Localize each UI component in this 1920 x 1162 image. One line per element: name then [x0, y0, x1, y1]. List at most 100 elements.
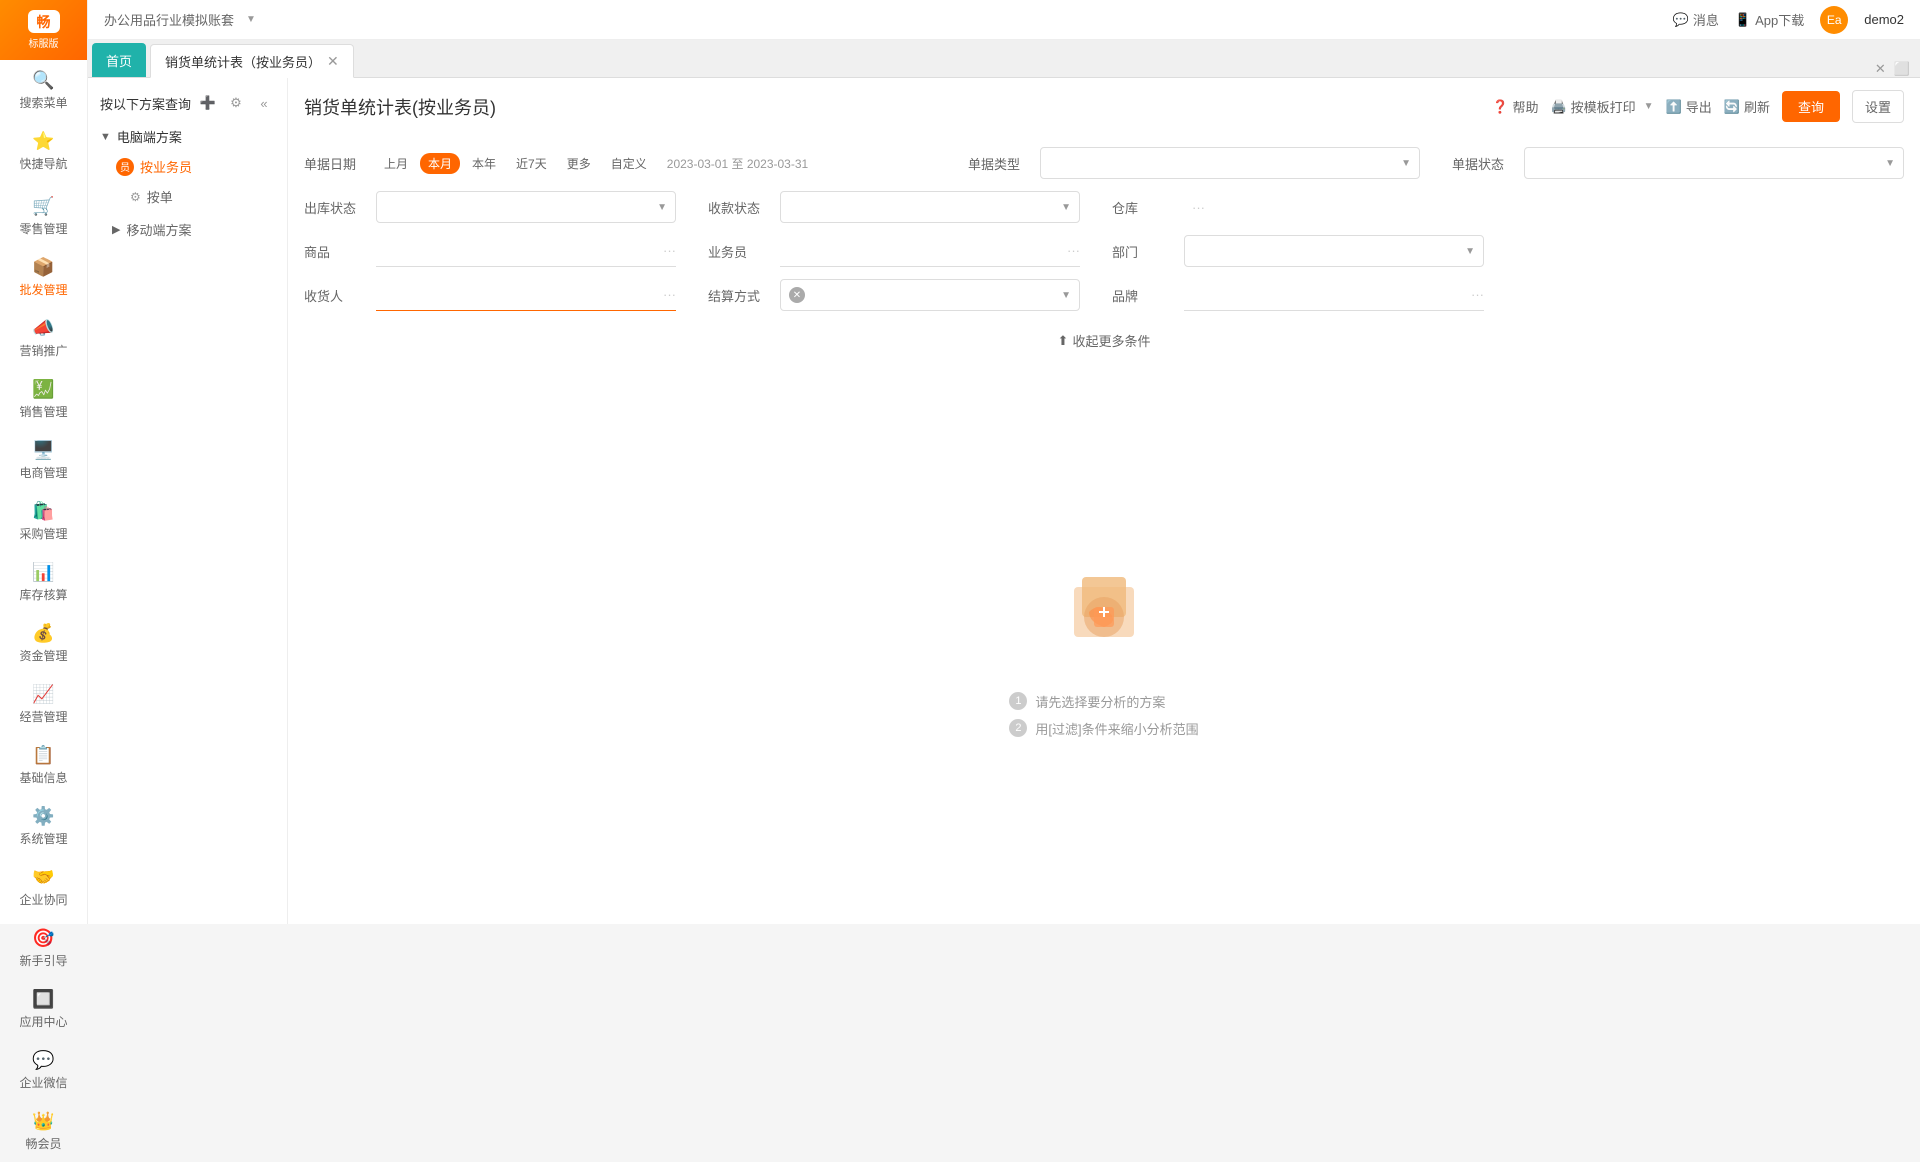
date-range-text: 2023-03-01 至 2023-03-31 — [667, 155, 808, 172]
tab-report[interactable]: 销货单统计表（按业务员） ✕ — [150, 44, 354, 78]
query-button[interactable]: 查询 — [1782, 91, 1840, 122]
date-btn-this-year[interactable]: 本年 — [464, 152, 504, 175]
print-button[interactable]: 🖨️ 按模板打印 ▼ — [1550, 97, 1653, 116]
close-window-icon[interactable]: ✕ — [1875, 61, 1886, 77]
warehouse-dots[interactable]: ··· — [1192, 200, 1205, 215]
date-btn-this-month[interactable]: 本月 — [420, 153, 460, 174]
export-icon: ⬆️ — [1666, 99, 1682, 115]
wholesale-icon: 📦 — [32, 257, 54, 278]
sidebar-item-quick[interactable]: ⭐ 快捷导航 — [0, 121, 87, 182]
sidebar-item-newuser[interactable]: 🎯 新手引导 — [0, 918, 87, 979]
sidebar-item-vip[interactable]: 👑 畅会员 — [0, 1101, 87, 1162]
dept-label: 部门 — [1112, 242, 1172, 261]
collapse-panel-button[interactable]: « — [253, 92, 275, 114]
doc-status-select[interactable]: ▼ — [1524, 147, 1904, 179]
collection-status-select[interactable]: ▼ — [780, 191, 1080, 223]
sidebar-item-retail[interactable]: 🛒 零售管理 — [0, 186, 87, 247]
settings-button[interactable]: 设置 — [1852, 90, 1904, 123]
salesman-cell: ··· — [780, 235, 1080, 267]
industry-dropdown-arrow[interactable]: ▼ — [246, 14, 256, 25]
apps-icon: 🔲 — [32, 989, 54, 1010]
maximize-icon[interactable]: ⬜ — [1894, 61, 1910, 77]
topbar-left: 办公用品行业模拟账套 ▼ — [104, 10, 256, 29]
page-actions: ❓ 帮助 🖨️ 按模板打印 ▼ ⬆️ 导出 � — [1492, 90, 1904, 123]
brand-label: 品牌 — [1112, 286, 1172, 305]
hint-num-2: 2 — [1009, 719, 1027, 737]
app-download-button[interactable]: 📱 App下载 — [1735, 10, 1804, 29]
topbar-right: 💬 消息 📱 App下载 Ea demo2 — [1673, 6, 1904, 34]
collapse-label: 收起更多条件 — [1072, 331, 1150, 350]
sidebar-item-system[interactable]: ⚙️ 系统管理 — [0, 796, 87, 857]
wechat-icon: 💬 — [32, 1050, 54, 1071]
salesman-dots[interactable]: ··· — [1067, 243, 1080, 258]
ecommerce-icon: 🖥️ — [32, 440, 54, 461]
tab-home[interactable]: 首页 — [92, 43, 146, 77]
report-tab-label: 销货单统计表（按业务员） — [165, 52, 321, 71]
sidebar-item-finance[interactable]: 💰 资金管理 — [0, 613, 87, 674]
sidebar-item-wechat[interactable]: 💬 企业微信 — [0, 1040, 87, 1101]
sidebar-item-ecommerce[interactable]: 🖥️ 电商管理 — [0, 430, 87, 491]
filter-row-3: 商品 ··· 业务员 ··· 部门 ▼ — [304, 235, 1904, 267]
help-button[interactable]: ❓ 帮助 — [1492, 97, 1538, 116]
basic-icon: 📋 — [32, 745, 54, 766]
sidebar-item-marketing[interactable]: 📣 营销推广 — [0, 308, 87, 369]
sidebar-item-sales[interactable]: 💹 销售管理 — [0, 369, 87, 430]
settlement-label: 结算方式 — [708, 286, 768, 305]
filter-area: 单据日期 上月 本月 本年 近7天 更多 自定义 2023-03-01 至 20… — [288, 135, 1920, 370]
print-icon: 🖨️ — [1550, 99, 1566, 115]
date-btn-last-month[interactable]: 上月 — [376, 152, 416, 175]
out-status-select[interactable]: ▼ — [376, 191, 676, 223]
message-button[interactable]: 💬 消息 — [1673, 10, 1719, 29]
collapse-button[interactable]: ⬆ 收起更多条件 — [1046, 327, 1163, 354]
brand-dots[interactable]: ··· — [1471, 287, 1484, 302]
export-button[interactable]: ⬆️ 导出 — [1666, 97, 1712, 116]
out-status-arrow: ▼ — [657, 202, 667, 213]
schema-item-salesman[interactable]: 员 按业务员 — [88, 151, 287, 182]
sidebar-item-basic[interactable]: 📋 基础信息 — [0, 735, 87, 796]
print-dropdown-arrow: ▼ — [1644, 101, 1654, 112]
receiver-cell: ··· — [376, 279, 676, 311]
settlement-clear[interactable]: ✕ — [789, 287, 805, 303]
tab-expand-area: ✕ ⬜ — [1865, 61, 1920, 77]
schema-group-desktop-label: 电脑端方案 — [117, 127, 182, 146]
schema-group-mobile-label: 移动端方案 — [126, 220, 191, 239]
sidebar-item-inventory[interactable]: 📊 库存核算 — [0, 552, 87, 613]
tab-close-icon[interactable]: ✕ — [327, 54, 339, 68]
dept-select[interactable]: ▼ — [1184, 235, 1484, 267]
collection-status-label: 收款状态 — [708, 198, 768, 217]
sidebar-item-enterprise[interactable]: 🤝 企业协同 — [0, 857, 87, 918]
date-btn-7days[interactable]: 近7天 — [508, 152, 555, 175]
schema-group-mobile-header[interactable]: ▶ 移动端方案 — [88, 215, 287, 244]
add-schema-button[interactable]: ➕ — [197, 92, 219, 114]
industry-label: 办公用品行业模拟账套 — [104, 10, 234, 29]
schema-group-desktop-header[interactable]: ▼ 电脑端方案 — [88, 122, 287, 151]
sidebar-logo[interactable]: 畅 标服版 — [0, 0, 87, 60]
retail-icon: 🛒 — [32, 196, 54, 217]
goods-dots[interactable]: ··· — [663, 243, 676, 258]
sidebar-item-search[interactable]: 🔍 搜索菜单 — [0, 60, 87, 121]
sidebar-item-ops[interactable]: 📈 经营管理 — [0, 674, 87, 735]
brand-cell: ··· — [1184, 279, 1484, 311]
left-panel: 按以下方案查询 ➕ ⚙ « ▼ 电脑端方案 员 按业务员 ⚙ — [88, 78, 288, 924]
main-content: 办公用品行业模拟账套 ▼ 💬 消息 📱 App下载 Ea demo2 首页 销货… — [88, 0, 1920, 924]
sidebar-item-wholesale[interactable]: 📦 批发管理 — [0, 247, 87, 308]
edit-schema-button[interactable]: ⚙ — [225, 92, 247, 114]
sidebar-item-purchase[interactable]: 🛍️ 采购管理 — [0, 491, 87, 552]
settlement-select[interactable]: ✕ ▼ — [780, 279, 1080, 311]
sub-item-order[interactable]: ⚙ 按单 — [88, 182, 287, 211]
doc-type-select[interactable]: ▼ — [1040, 147, 1420, 179]
message-icon: 💬 — [1673, 12, 1689, 28]
date-btn-custom[interactable]: 自定义 — [603, 152, 655, 175]
goods-cell: ··· — [376, 235, 676, 267]
purchase-icon: 🛍️ — [32, 501, 54, 522]
date-btn-more[interactable]: 更多 — [559, 152, 599, 175]
refresh-button[interactable]: 🔄 刷新 — [1724, 97, 1770, 116]
receiver-label: 收货人 — [304, 286, 364, 305]
receiver-dots[interactable]: ··· — [663, 287, 676, 302]
page-title-row: 销货单统计表(按业务员) ❓ 帮助 🖨️ 按模板打印 ▼ ⬆️ — [304, 90, 1904, 123]
inventory-icon: 📊 — [32, 562, 54, 583]
goods-label: 商品 — [304, 242, 364, 261]
user-avatar[interactable]: Ea — [1820, 6, 1848, 34]
dept-arrow: ▼ — [1465, 246, 1475, 257]
sidebar-item-apps[interactable]: 🔲 应用中心 — [0, 979, 87, 1040]
